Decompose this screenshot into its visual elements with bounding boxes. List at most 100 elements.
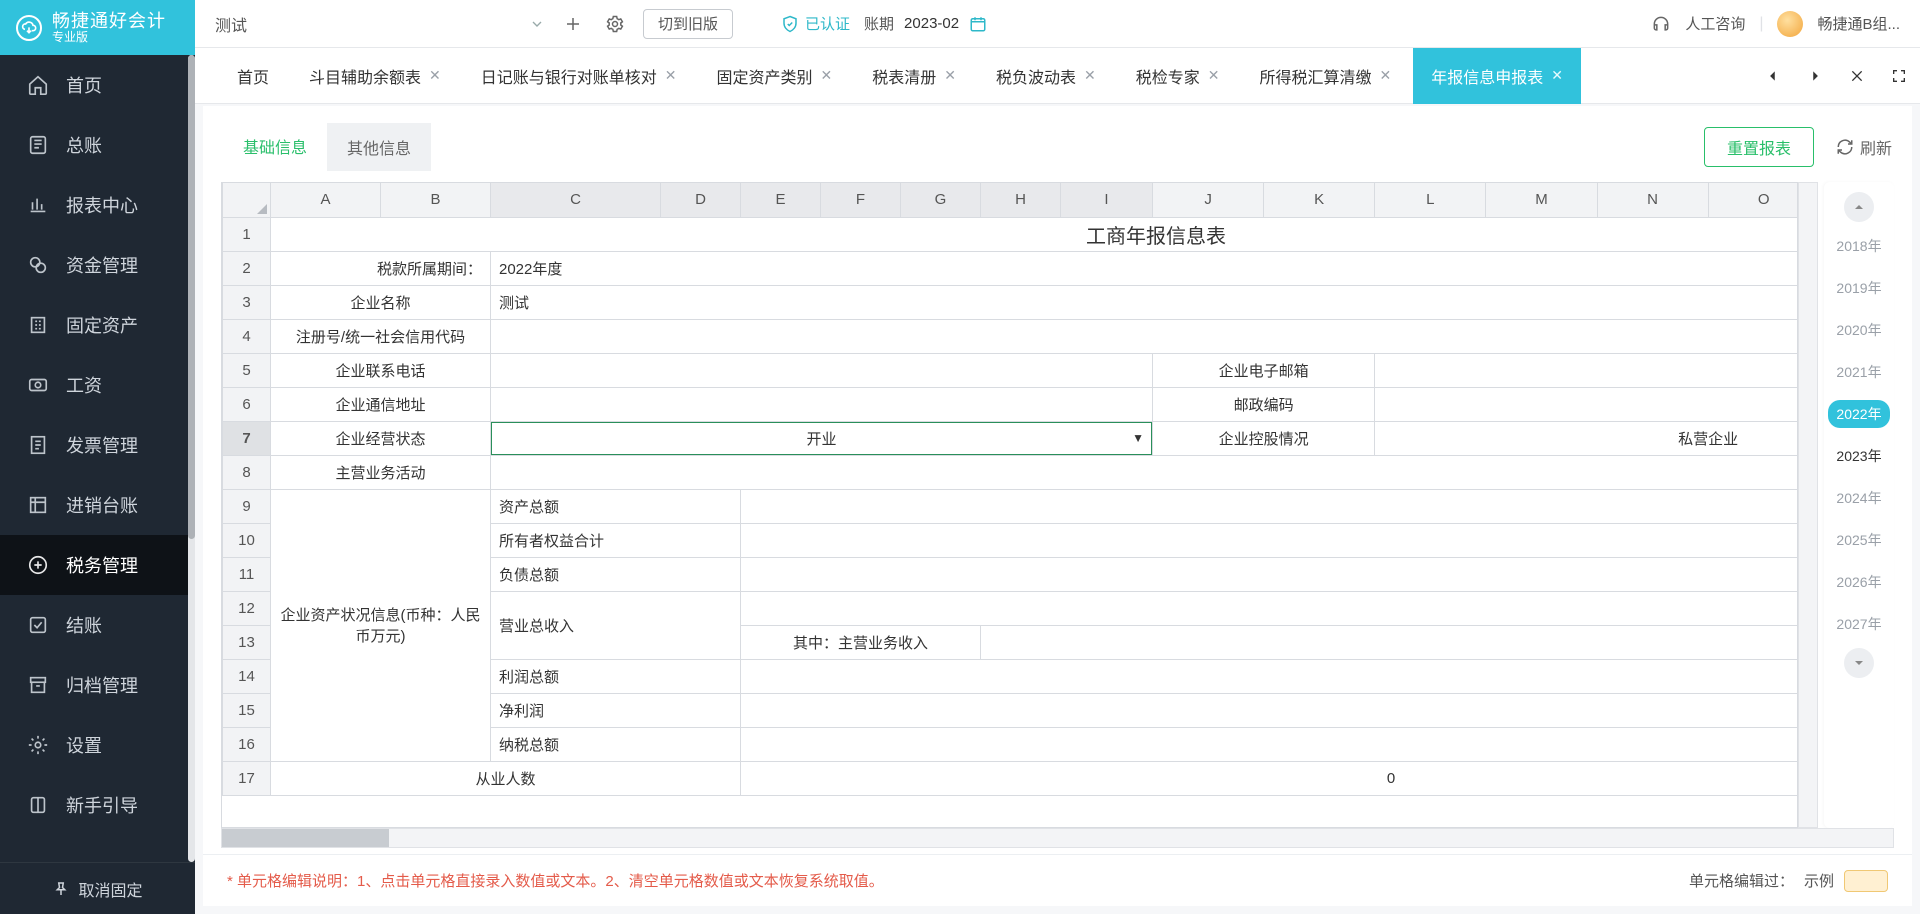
col-header[interactable]: I	[1061, 183, 1153, 217]
col-header[interactable]: J	[1153, 183, 1264, 217]
tab-close-icon[interactable]: ✕	[665, 67, 677, 84]
col-header[interactable]: E	[741, 183, 821, 217]
col-header[interactable]: M	[1486, 183, 1597, 217]
add-button[interactable]	[559, 10, 587, 38]
col-header[interactable]: A	[271, 183, 381, 217]
cell[interactable]	[741, 523, 1799, 557]
cell[interactable]: 企业联系电话	[271, 353, 491, 387]
row-header[interactable]: 12	[223, 591, 271, 625]
row-header[interactable]: 16	[223, 727, 271, 761]
cell[interactable]	[981, 625, 1799, 659]
cell[interactable]: 税款所属期间：	[271, 251, 491, 285]
tab-close-all[interactable]	[1836, 55, 1878, 97]
tab[interactable]: 税表清册✕	[854, 48, 974, 104]
col-header[interactable]: L	[1375, 183, 1486, 217]
row-header[interactable]: 5	[223, 353, 271, 387]
cell[interactable]: 测试	[491, 285, 1799, 319]
business-state-dropdown[interactable]: 开业▼	[491, 421, 1153, 455]
cell[interactable]: 营业总收入	[491, 591, 741, 659]
tab[interactable]: 年报信息申报表✕	[1413, 48, 1581, 104]
cell[interactable]: 企业通信地址	[271, 387, 491, 421]
tab-close-icon[interactable]: ✕	[429, 67, 441, 84]
cell[interactable]: 邮政编码	[1153, 387, 1375, 421]
cell[interactable]: 注册号/统一社会信用代码	[271, 319, 491, 353]
cell[interactable]	[1375, 387, 1798, 421]
year-option[interactable]: 2027年	[1828, 610, 1889, 638]
cell[interactable]	[491, 319, 1799, 353]
row-header[interactable]: 17	[223, 761, 271, 795]
cell[interactable]: 企业电子邮箱	[1153, 353, 1375, 387]
cell[interactable]: 主营业务活动	[271, 455, 491, 489]
cell[interactable]: 企业经营状态	[271, 421, 491, 455]
cell[interactable]: 利润总额	[491, 659, 741, 693]
year-scroll-up[interactable]	[1844, 192, 1874, 222]
row-header[interactable]: 1	[223, 217, 271, 251]
row-header[interactable]: 3	[223, 285, 271, 319]
tab-close-icon[interactable]: ✕	[821, 67, 833, 84]
cell[interactable]	[1375, 353, 1798, 387]
col-header[interactable]: D	[661, 183, 741, 217]
fullscreen-button[interactable]	[1878, 55, 1920, 97]
year-option[interactable]: 2020年	[1828, 316, 1889, 344]
unpin-button[interactable]: 取消固定	[0, 862, 195, 914]
tab-close-icon[interactable]: ✕	[1084, 67, 1096, 84]
tab[interactable]: 税负波动表✕	[978, 48, 1114, 104]
sidebar-item-ledger[interactable]: 总账	[0, 115, 195, 175]
spreadsheet[interactable]: ABCDEFGHIJKLMNOPQ1工商年报信息表2税款所属期间：2022年度3…	[221, 182, 1798, 828]
cell[interactable]	[491, 387, 1153, 421]
year-option[interactable]: 2018年	[1828, 232, 1889, 260]
cell[interactable]: 从业人数	[271, 761, 741, 795]
col-header[interactable]: G	[901, 183, 981, 217]
cell[interactable]: 企业控股情况	[1153, 421, 1375, 455]
year-option[interactable]: 2024年	[1828, 484, 1889, 512]
subtab-basic[interactable]: 基础信息	[223, 122, 327, 172]
refresh-button[interactable]: 刷新	[1836, 135, 1892, 159]
cell[interactable]: 资产总额	[491, 489, 741, 523]
cell[interactable]: 企业名称	[271, 285, 491, 319]
cell[interactable]: 2022年度	[491, 251, 1799, 285]
year-option[interactable]: 2023年	[1828, 442, 1889, 470]
cell[interactable]: 其中：主营业务收入	[741, 625, 981, 659]
cell[interactable]: 负债总额	[491, 557, 741, 591]
sidebar-item-invoice[interactable]: 发票管理	[0, 415, 195, 475]
year-option[interactable]: 2025年	[1828, 526, 1889, 554]
cell[interactable]	[491, 353, 1153, 387]
year-option[interactable]: 2021年	[1828, 358, 1889, 386]
row-header[interactable]: 4	[223, 319, 271, 353]
accounting-period[interactable]: 账期 2023-02	[864, 13, 987, 34]
select-all-corner[interactable]	[223, 183, 271, 217]
tab-close-icon[interactable]: ✕	[944, 67, 956, 84]
row-header[interactable]: 15	[223, 693, 271, 727]
consult-button[interactable]: 人工咨询	[1685, 13, 1745, 34]
subtab-other[interactable]: 其他信息	[327, 123, 431, 171]
row-header[interactable]: 6	[223, 387, 271, 421]
vertical-scrollbar[interactable]	[1798, 182, 1818, 828]
user-name[interactable]: 畅捷通B组...	[1817, 13, 1900, 34]
sidebar-item-guide[interactable]: 新手引导	[0, 775, 195, 835]
tab[interactable]: 所得税汇算清缴✕	[1242, 48, 1410, 104]
settings-icon[interactable]	[601, 10, 629, 38]
year-option[interactable]: 2019年	[1828, 274, 1889, 302]
year-scroll-down[interactable]	[1844, 648, 1874, 678]
tabs-scroll-left[interactable]	[1752, 55, 1794, 97]
row-header[interactable]: 13	[223, 625, 271, 659]
year-option[interactable]: 2022年	[1828, 400, 1889, 428]
row-header[interactable]: 8	[223, 455, 271, 489]
switch-old-button[interactable]: 切到旧版	[643, 9, 733, 39]
tab-close-icon[interactable]: ✕	[1551, 67, 1563, 84]
avatar[interactable]	[1777, 11, 1803, 37]
cell[interactable]: 所有者权益合计	[491, 523, 741, 557]
sidebar-scrollbar[interactable]	[188, 55, 195, 862]
cell[interactable]	[741, 727, 1799, 761]
row-header[interactable]: 11	[223, 557, 271, 591]
sidebar-item-archive[interactable]: 归档管理	[0, 655, 195, 715]
cell[interactable]: 净利润	[491, 693, 741, 727]
sidebar-item-gear[interactable]: 设置	[0, 715, 195, 775]
sidebar-item-close[interactable]: 结账	[0, 595, 195, 655]
sidebar-item-salary[interactable]: 工资	[0, 355, 195, 415]
cell[interactable]: 企业资产状况信息(币种：人民币万元)	[271, 489, 491, 761]
reset-report-button[interactable]: 重置报表	[1704, 127, 1814, 167]
sidebar-item-tax[interactable]: 税务管理	[0, 535, 195, 595]
sidebar-item-money[interactable]: 资金管理	[0, 235, 195, 295]
sidebar-item-chart[interactable]: 报表中心	[0, 175, 195, 235]
